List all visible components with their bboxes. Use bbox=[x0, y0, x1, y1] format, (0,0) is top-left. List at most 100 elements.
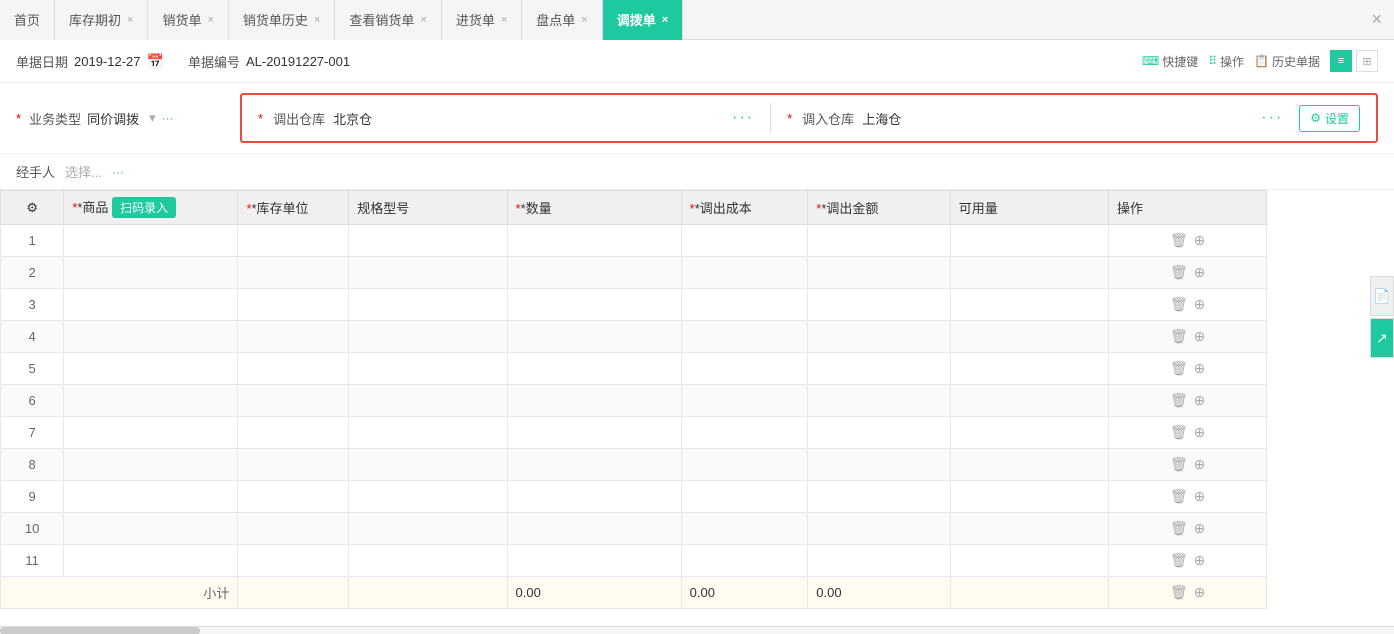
delete-icon[interactable]: 🗑 bbox=[1170, 488, 1188, 505]
row-product[interactable] bbox=[64, 513, 238, 545]
row-avail[interactable] bbox=[950, 353, 1108, 385]
row-qty[interactable] bbox=[507, 481, 681, 513]
delete-icon[interactable]: 🗑 bbox=[1170, 264, 1188, 281]
delete-icon[interactable]: 🗑 bbox=[1170, 360, 1188, 377]
row-amount[interactable] bbox=[808, 321, 950, 353]
row-cost[interactable] bbox=[681, 289, 808, 321]
delete-icon[interactable]: 🗑 bbox=[1170, 424, 1188, 441]
row-unit[interactable] bbox=[238, 481, 349, 513]
row-qty[interactable] bbox=[507, 225, 681, 257]
right-float-doc-button[interactable]: 📄 bbox=[1370, 276, 1394, 316]
row-spec[interactable] bbox=[349, 353, 507, 385]
row-qty[interactable] bbox=[507, 289, 681, 321]
row-qty[interactable] bbox=[507, 257, 681, 289]
row-amount[interactable] bbox=[808, 385, 950, 417]
copy-icon[interactable]: ⊕ bbox=[1194, 520, 1206, 537]
row-cost[interactable] bbox=[681, 417, 808, 449]
row-amount[interactable] bbox=[808, 257, 950, 289]
tab-purchase-order-close[interactable]: × bbox=[501, 14, 507, 26]
row-qty[interactable] bbox=[507, 353, 681, 385]
copy-icon[interactable]: ⊕ bbox=[1194, 552, 1206, 569]
row-amount[interactable] bbox=[808, 417, 950, 449]
tab-sales-history[interactable]: 销货单历史 × bbox=[229, 0, 335, 40]
subtotal-copy-icon[interactable]: ⊕ bbox=[1194, 584, 1206, 601]
row-unit[interactable] bbox=[238, 321, 349, 353]
row-qty[interactable] bbox=[507, 385, 681, 417]
business-type-arrow[interactable]: ▾ bbox=[149, 110, 156, 126]
row-cost[interactable] bbox=[681, 257, 808, 289]
row-product[interactable] bbox=[64, 289, 238, 321]
warehouse-in-more[interactable]: ··· bbox=[1261, 109, 1283, 127]
history-button[interactable]: 📋 历史单据 bbox=[1254, 53, 1320, 70]
row-cost[interactable] bbox=[681, 449, 808, 481]
row-spec[interactable] bbox=[349, 385, 507, 417]
row-product[interactable] bbox=[64, 321, 238, 353]
tab-transfer[interactable]: 调拨单 × bbox=[603, 0, 683, 40]
row-product[interactable] bbox=[64, 417, 238, 449]
copy-icon[interactable]: ⊕ bbox=[1194, 456, 1206, 473]
row-cost[interactable] bbox=[681, 481, 808, 513]
row-spec[interactable] bbox=[349, 321, 507, 353]
warehouse-out-value[interactable]: 北京仓 bbox=[333, 109, 724, 128]
tab-sales-order[interactable]: 销货单 × bbox=[148, 0, 228, 40]
settings-button[interactable]: ⚙ 设置 bbox=[1299, 105, 1360, 132]
row-cost[interactable] bbox=[681, 513, 808, 545]
calendar-icon[interactable]: 📅 bbox=[147, 53, 164, 70]
bottom-scrollbar[interactable] bbox=[0, 626, 1394, 634]
row-spec[interactable] bbox=[349, 257, 507, 289]
tab-inventory-count[interactable]: 盘点单 × bbox=[522, 0, 602, 40]
row-product[interactable] bbox=[64, 257, 238, 289]
right-float-export-button[interactable]: ↗ bbox=[1370, 318, 1394, 358]
shortcut-button[interactable]: ⌨ 快捷键 bbox=[1142, 53, 1198, 70]
row-cost[interactable] bbox=[681, 545, 808, 577]
tab-sales-history-close[interactable]: × bbox=[314, 14, 320, 26]
tab-inventory-init-close[interactable]: × bbox=[127, 14, 133, 26]
row-unit[interactable] bbox=[238, 513, 349, 545]
delete-icon[interactable]: 🗑 bbox=[1170, 392, 1188, 409]
row-avail[interactable] bbox=[950, 257, 1108, 289]
row-unit[interactable] bbox=[238, 417, 349, 449]
copy-icon[interactable]: ⊕ bbox=[1194, 232, 1206, 249]
row-qty[interactable] bbox=[507, 321, 681, 353]
row-cost[interactable] bbox=[681, 225, 808, 257]
business-type-more[interactable]: ··· bbox=[162, 111, 174, 125]
row-avail[interactable] bbox=[950, 449, 1108, 481]
row-avail[interactable] bbox=[950, 385, 1108, 417]
row-amount[interactable] bbox=[808, 513, 950, 545]
scroll-thumb[interactable] bbox=[0, 627, 200, 634]
copy-icon[interactable]: ⊕ bbox=[1194, 328, 1206, 345]
person-input[interactable]: 选择... bbox=[65, 162, 102, 181]
tab-inventory-init[interactable]: 库存期初 × bbox=[55, 0, 148, 40]
row-unit[interactable] bbox=[238, 289, 349, 321]
tab-sales-order-close[interactable]: × bbox=[207, 14, 213, 26]
person-more[interactable]: ··· bbox=[112, 165, 124, 179]
row-qty[interactable] bbox=[507, 449, 681, 481]
row-qty[interactable] bbox=[507, 417, 681, 449]
tab-view-sales[interactable]: 查看销货单 × bbox=[335, 0, 441, 40]
layout-grid-button[interactable]: ⊞ bbox=[1356, 50, 1378, 72]
copy-icon[interactable]: ⊕ bbox=[1194, 392, 1206, 409]
row-avail[interactable] bbox=[950, 289, 1108, 321]
layout-list-button[interactable]: ≡ bbox=[1330, 50, 1352, 72]
delete-icon[interactable]: 🗑 bbox=[1170, 456, 1188, 473]
row-amount[interactable] bbox=[808, 225, 950, 257]
delete-icon[interactable]: 🗑 bbox=[1170, 552, 1188, 569]
row-avail[interactable] bbox=[950, 417, 1108, 449]
row-unit[interactable] bbox=[238, 385, 349, 417]
row-spec[interactable] bbox=[349, 289, 507, 321]
row-unit[interactable] bbox=[238, 449, 349, 481]
delete-icon[interactable]: 🗑 bbox=[1170, 232, 1188, 249]
row-unit[interactable] bbox=[238, 257, 349, 289]
row-unit[interactable] bbox=[238, 545, 349, 577]
warehouse-out-more[interactable]: ··· bbox=[732, 109, 754, 127]
delete-icon[interactable]: 🗑 bbox=[1170, 328, 1188, 345]
row-product[interactable] bbox=[64, 353, 238, 385]
row-amount[interactable] bbox=[808, 481, 950, 513]
col-settings[interactable]: ⚙ bbox=[1, 191, 64, 225]
copy-icon[interactable]: ⊕ bbox=[1194, 488, 1206, 505]
row-amount[interactable] bbox=[808, 449, 950, 481]
row-avail[interactable] bbox=[950, 225, 1108, 257]
scan-button[interactable]: 扫码录入 bbox=[112, 197, 176, 218]
tab-view-sales-close[interactable]: × bbox=[420, 14, 426, 26]
row-avail[interactable] bbox=[950, 481, 1108, 513]
